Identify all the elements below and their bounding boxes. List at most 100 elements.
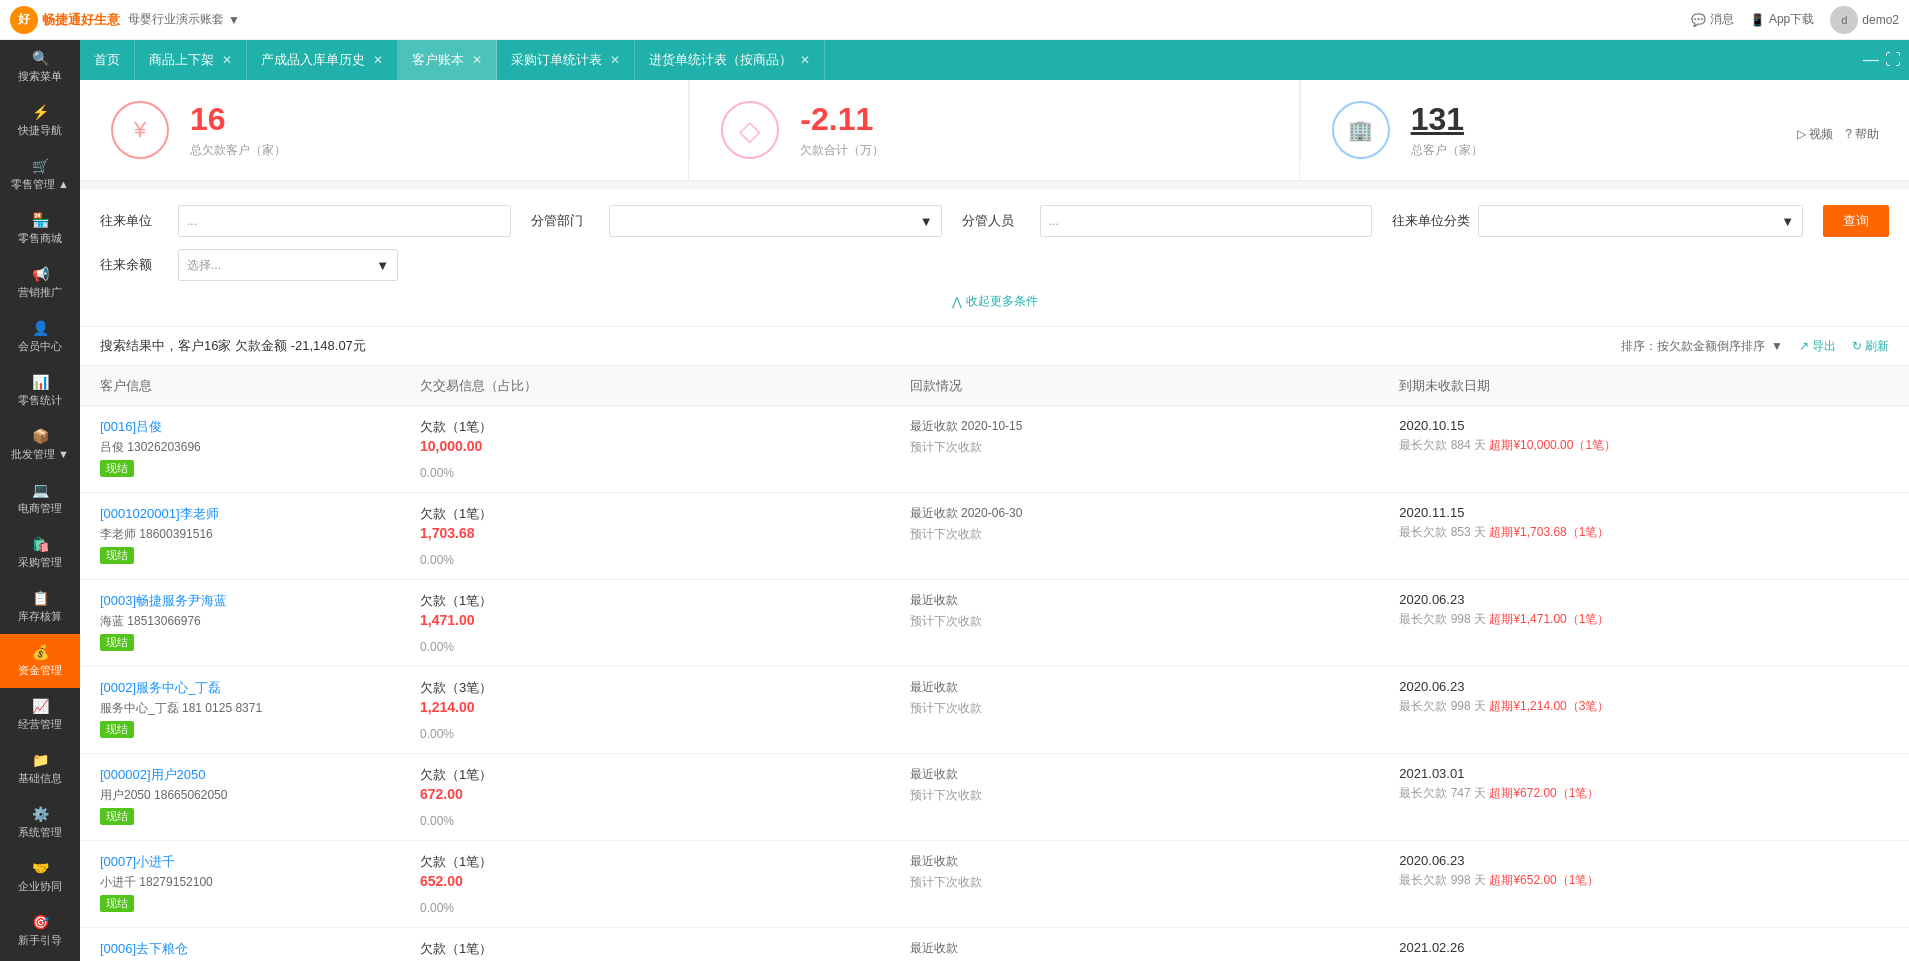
sidebar-item-sys-mgmt[interactable]: ⚙️ 系统管理 — [0, 796, 80, 850]
tab-maximize-btn[interactable]: ⛶ — [1885, 51, 1901, 69]
message-btn[interactable]: 💬 消息 — [1691, 11, 1734, 28]
table-row: [0002]服务中心_丁磊 服务中心_丁磊 181 0125 8371 现结 欠… — [80, 667, 1909, 754]
export-button[interactable]: ↗ 导出 — [1799, 338, 1836, 355]
tab-minimize-btn[interactable]: — — [1863, 51, 1879, 69]
customer-name-5[interactable]: [0007]小进千 — [100, 853, 420, 871]
debt-ratio-1: 0.00% — [420, 553, 910, 567]
tab-customer-account-close[interactable]: ✕ — [472, 53, 482, 67]
debt-amount-5[interactable]: 652.00 — [420, 873, 910, 889]
sidebar-label-operations: 经营管理 — [4, 717, 76, 732]
overdue-link-5[interactable]: 超期¥652.00（1笔） — [1489, 873, 1599, 887]
tab-inbound-stats-close[interactable]: ✕ — [800, 53, 810, 67]
customer-name-0[interactable]: [0016]吕俊 — [100, 418, 420, 436]
table-row: [0007]小进千 小进千 18279152100 现结 欠款（1笔） 652.… — [80, 841, 1909, 928]
customer-name-6[interactable]: [0006]去下粮仓 — [100, 940, 420, 958]
cell-customer-0: [0016]吕俊 吕俊 13026203696 现结 — [100, 418, 420, 477]
overdue-link-1[interactable]: 超期¥1,703.68（1笔） — [1489, 525, 1609, 539]
sidebar-item-finance[interactable]: 💰 资金管理 — [0, 634, 80, 688]
cell-overdue-3: 2020.06.23 最长欠款 998 天 超期¥1,214.00（3笔） — [1399, 679, 1889, 715]
manager-input[interactable]: ... — [1040, 205, 1373, 237]
dept-input[interactable]: ▼ — [609, 205, 942, 237]
cell-debt-2: 欠款（1笔） 1,471.00 0.00% — [420, 592, 910, 654]
query-button[interactable]: 查询 — [1823, 205, 1889, 237]
logo-icon: 好 — [10, 6, 38, 34]
debt-amount-info: -2.11 欠款合计（万） — [800, 101, 884, 159]
tab-purchase-stats[interactable]: 采购订单统计表 ✕ — [497, 40, 635, 80]
sidebar-item-new-guide[interactable]: 🎯 新手引导 — [0, 904, 80, 958]
recovery-latest-0: 最近收款 2020-10-15 — [910, 418, 1400, 435]
sidebar-item-basic-info[interactable]: 📁 基础信息 — [0, 742, 80, 796]
unit-category-input[interactable]: ▼ — [1478, 205, 1803, 237]
sidebar-item-search[interactable]: 🔍 搜索菜单 — [0, 40, 80, 94]
refresh-button[interactable]: ↻ 刷新 — [1852, 338, 1889, 355]
debt-amount-4[interactable]: 672.00 — [420, 786, 910, 802]
overdue-link-0[interactable]: 超期¥10,000.00（1笔） — [1489, 438, 1616, 452]
sidebar-label-retail-stats: 零售统计 — [4, 393, 76, 408]
collapse-button[interactable]: ⋀ 收起更多条件 — [952, 293, 1038, 310]
customer-name-2[interactable]: [0003]畅捷服务尹海蓝 — [100, 592, 420, 610]
app-download-btn[interactable]: 📱 App下载 — [1750, 11, 1814, 28]
sort-selector[interactable]: 排序：按欠款金额倒序排序 ▼ — [1621, 338, 1783, 355]
tab-customer-account[interactable]: 客户账本 ✕ — [398, 40, 497, 80]
store-selector[interactable]: 母婴行业演示账套 ▼ — [128, 11, 240, 28]
video-btn[interactable]: ▷ 视频 — [1797, 126, 1833, 143]
debt-amount-1[interactable]: 1,703.68 — [420, 525, 910, 541]
help-btn[interactable]: ? 帮助 — [1845, 126, 1879, 143]
tab-product-history[interactable]: 产成品入库单历史 ✕ — [247, 40, 398, 80]
table-header: 客户信息 欠交易信息（占比） 回款情况 到期未收款日期 — [80, 367, 1909, 406]
debt-amount-label: 欠款合计（万） — [800, 142, 884, 159]
from-unit-placeholder: ... — [187, 214, 197, 228]
filter-dept: 分管部门 ▼ — [531, 205, 942, 237]
overdue-link-2[interactable]: 超期¥1,471.00（1笔） — [1489, 612, 1609, 626]
filter-section: 往来单位 ... 分管部门 ▼ 分管人员 — [80, 189, 1909, 326]
sidebar-item-quick-nav[interactable]: ⚡ 快捷导航 — [0, 94, 80, 148]
debt-count-3: 欠款（3笔） — [420, 679, 910, 697]
sidebar-item-member[interactable]: 👤 会员中心 — [0, 310, 80, 364]
sidebar-item-operations[interactable]: 📈 经营管理 — [0, 688, 80, 742]
customer-contact-2: 海蓝 18513066976 — [100, 613, 420, 630]
sidebar-item-purchase[interactable]: 🛍️ 采购管理 — [0, 526, 80, 580]
customer-name-4[interactable]: [000002]用户2050 — [100, 766, 420, 784]
customer-name-1[interactable]: [0001020001]李老师 — [100, 505, 420, 523]
tab-product-shelf[interactable]: 商品上下架 ✕ — [135, 40, 247, 80]
customer-contact-4: 用户2050 18665062050 — [100, 787, 420, 804]
tab-inbound-stats[interactable]: 进货单统计表（按商品） ✕ — [635, 40, 825, 80]
tab-purchase-stats-close[interactable]: ✕ — [610, 53, 620, 67]
overdue-link-3[interactable]: 超期¥1,214.00（3笔） — [1489, 699, 1609, 713]
customer-tag-5: 现结 — [100, 895, 134, 912]
tab-product-shelf-close[interactable]: ✕ — [222, 53, 232, 67]
customer-name-3[interactable]: [0002]服务中心_丁磊 — [100, 679, 420, 697]
debt-count-6: 欠款（1笔） — [420, 940, 910, 958]
sidebar-item-retail-stats[interactable]: 📊 零售统计 — [0, 364, 80, 418]
balance-label: 往来余额 — [100, 256, 170, 274]
user-menu[interactable]: d demo2 — [1830, 6, 1899, 34]
from-unit-input[interactable]: ... — [178, 205, 511, 237]
cell-recovery-0: 最近收款 2020-10-15 预计下次收款 — [910, 418, 1400, 456]
debt-amount-2[interactable]: 1,471.00 — [420, 612, 910, 628]
sys-mgmt-icon: ⚙️ — [4, 806, 76, 822]
sidebar-item-inventory[interactable]: 📋 库存核算 — [0, 580, 80, 634]
purchase-icon: 🛍️ — [4, 536, 76, 552]
debt-count-1: 欠款（1笔） — [420, 505, 910, 523]
debt-amount-0[interactable]: 10,000.00 — [420, 438, 910, 454]
overdue-link-4[interactable]: 超期¥672.00（1笔） — [1489, 786, 1599, 800]
avatar: d — [1830, 6, 1858, 34]
debt-amount-3[interactable]: 1,214.00 — [420, 699, 910, 715]
tab-product-history-label: 产成品入库单历史 — [261, 51, 365, 69]
top-bar: 好 畅捷通好生意 母婴行业演示账套 ▼ 💬 消息 📱 App下载 d demo2 — [0, 0, 1909, 40]
sidebar-item-marketing[interactable]: 📢 营销推广 — [0, 256, 80, 310]
tab-home[interactable]: 首页 — [80, 40, 135, 80]
stats-row: ¥ 16 总欠款客户（家） ◇ -2.11 欠款合计（万） — [80, 80, 1909, 181]
sidebar-item-retail-mgmt[interactable]: 🛒 零售管理 ▲ — [0, 148, 80, 202]
sidebar-label-basic-info: 基础信息 — [4, 771, 76, 786]
table-row: [0016]吕俊 吕俊 13026203696 现结 欠款（1笔） 10,000… — [80, 406, 1909, 493]
manager-label: 分管人员 — [962, 212, 1032, 230]
recovery-latest-4: 最近收款 — [910, 766, 1400, 783]
sidebar-item-ecommerce[interactable]: 💻 电商管理 — [0, 472, 80, 526]
sidebar-item-retail-mall[interactable]: 🏪 零售商城 — [0, 202, 80, 256]
balance-input[interactable]: 选择... ▼ — [178, 249, 398, 281]
sidebar-label-marketing: 营销推广 — [4, 285, 76, 300]
sidebar-item-batch-mgmt[interactable]: 📦 批发管理 ▼ — [0, 418, 80, 472]
sidebar-item-enterprise[interactable]: 🤝 企业协同 — [0, 850, 80, 904]
tab-product-history-close[interactable]: ✕ — [373, 53, 383, 67]
